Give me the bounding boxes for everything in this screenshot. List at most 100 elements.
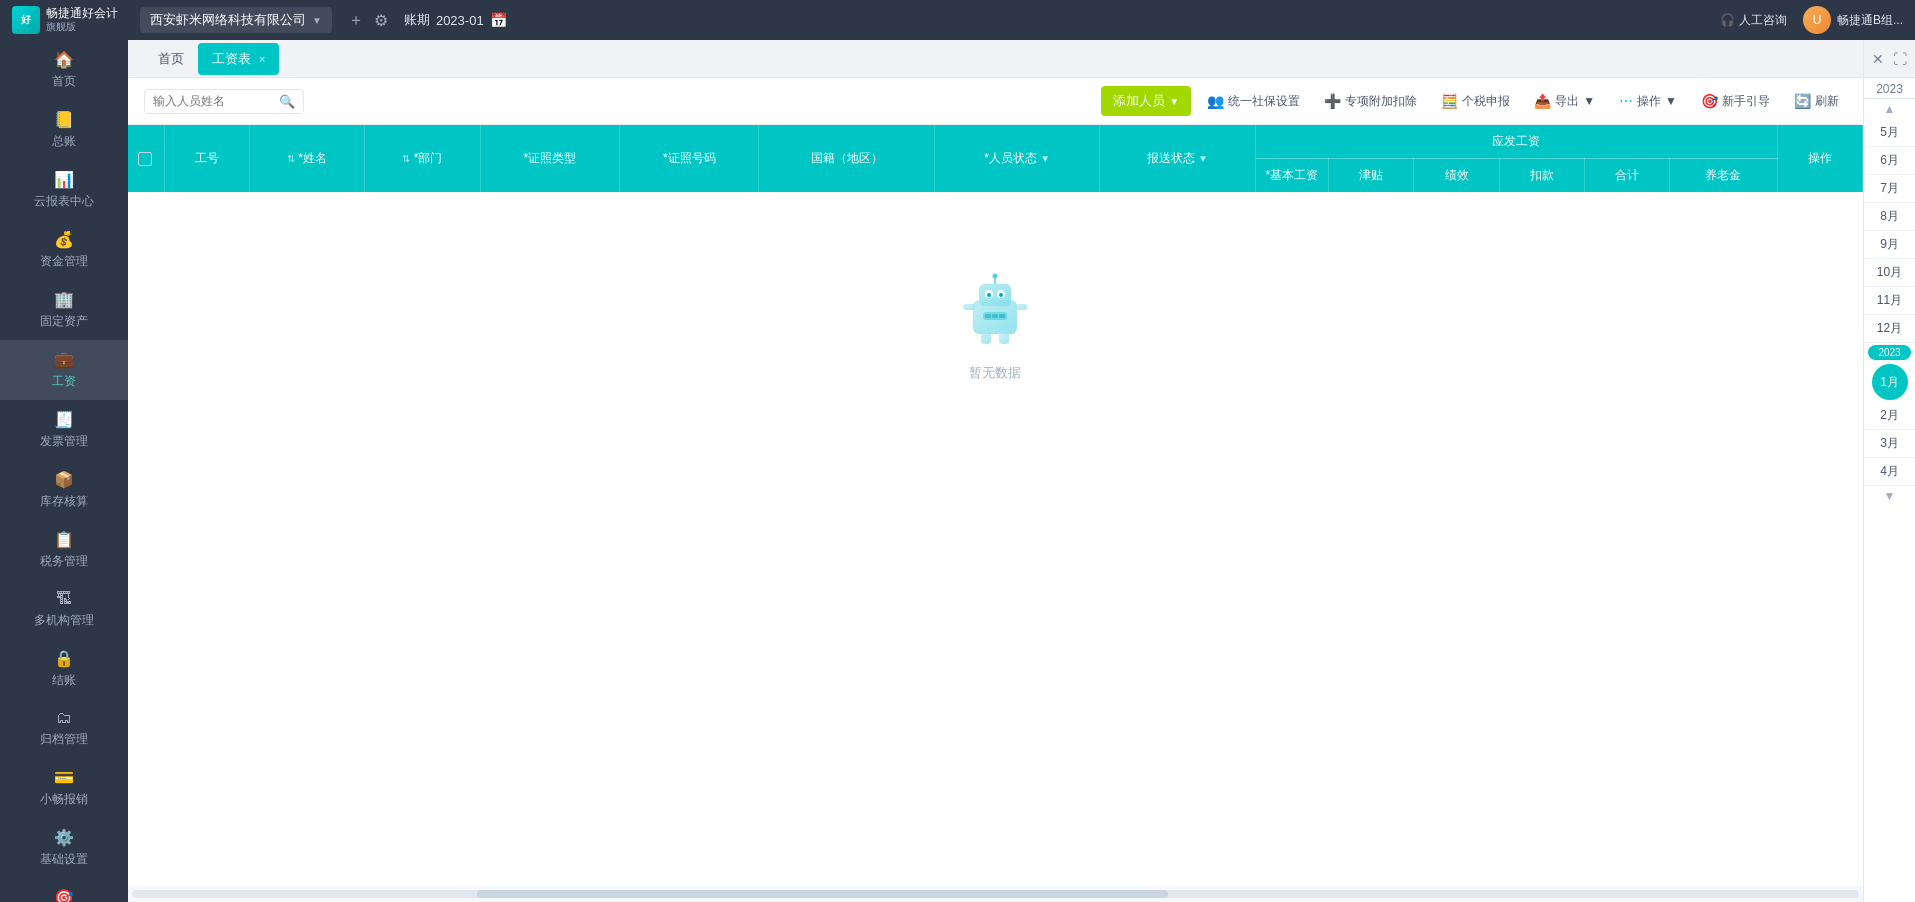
month-5[interactable]: 5月 <box>1864 119 1915 147</box>
sidebar-item-inventory[interactable]: 📦 库存核算 <box>0 460 128 520</box>
select-all-checkbox[interactable] <box>138 152 152 166</box>
sidebar-item-settings[interactable]: ⚙️ 基础设置 <box>0 818 128 878</box>
sidebar-label-funds: 资金管理 <box>40 253 88 270</box>
support-button[interactable]: 🎧 人工咨询 <box>1720 12 1787 29</box>
table-wrap: 工号 ⇅ *姓名 ⇅ *部门 *证照类型 *证照号码 国籍（地区） <box>128 125 1863 886</box>
header-right: 🎧 人工咨询 U 畅捷通B组... <box>1720 6 1903 34</box>
sidebar-item-payroll[interactable]: 💼 工资 <box>0 340 128 400</box>
sidebar: 🏠 首页 📒 总账 📊 云报表中心 💰 资金管理 🏢 固定资产 💼 工资 🧾 发… <box>0 40 128 902</box>
calendar-icon[interactable]: 📅 <box>490 12 507 28</box>
guide-button[interactable]: 🎯 新手引导 <box>1693 89 1778 114</box>
user-info[interactable]: U 畅捷通B组... <box>1803 6 1903 34</box>
panel-expand-icon[interactable]: ⛶ <box>1893 51 1907 67</box>
ledger-icon: 📒 <box>54 110 74 129</box>
filter-status-icon[interactable]: ▼ <box>1040 153 1050 164</box>
app-name: 畅捷通好会计 <box>46 6 118 20</box>
sort-dept-icon[interactable]: ⇅ <box>402 153 410 164</box>
add-icon[interactable]: ＋ <box>348 10 364 31</box>
month-2[interactable]: 2月 <box>1864 402 1915 430</box>
svg-rect-9 <box>985 314 991 318</box>
extra-deduct-button[interactable]: ➕ 专项附加扣除 <box>1316 89 1425 114</box>
social-security-button[interactable]: 👥 统一社保设置 <box>1199 89 1308 114</box>
month-6[interactable]: 6月 <box>1864 147 1915 175</box>
tab-close-icon[interactable]: × <box>259 53 265 65</box>
main-layout: 🏠 首页 📒 总账 📊 云报表中心 💰 资金管理 🏢 固定资产 💼 工资 🧾 发… <box>0 40 1915 902</box>
company-selector[interactable]: 西安虾米网络科技有限公司 ▼ <box>140 7 332 33</box>
sidebar-item-close[interactable]: 🔒 结账 <box>0 639 128 699</box>
add-person-label: 添加人员 <box>1113 92 1165 110</box>
sidebar-item-archive[interactable]: 🗂 归档管理 <box>0 699 128 758</box>
sidebar-label-assets: 固定资产 <box>40 313 88 330</box>
nav-up-arrow[interactable]: ▲ <box>1864 99 1915 119</box>
operations-icon: ⋯ <box>1619 93 1633 109</box>
add-person-button[interactable]: 添加人员 ▼ <box>1101 86 1191 116</box>
sidebar-item-funds[interactable]: 💰 资金管理 <box>0 220 128 280</box>
filter-report-icon[interactable]: ▼ <box>1198 153 1208 164</box>
month-10[interactable]: 10月 <box>1864 259 1915 287</box>
sidebar-item-ledger[interactable]: 📒 总账 <box>0 100 128 160</box>
support-label: 人工咨询 <box>1739 12 1787 29</box>
sidebar-label-home: 首页 <box>52 73 76 90</box>
invoice-icon: 🧾 <box>54 410 74 429</box>
guide-label: 新手引导 <box>1722 93 1770 110</box>
month-11[interactable]: 11月 <box>1864 287 1915 315</box>
year-display: 2023 <box>1864 78 1915 99</box>
svg-rect-15 <box>999 332 1009 344</box>
nav-down-arrow[interactable]: ▼ <box>1864 486 1915 506</box>
avatar: U <box>1803 6 1831 34</box>
scrollbar-area[interactable] <box>128 886 1863 902</box>
search-input[interactable] <box>153 94 273 108</box>
svg-rect-13 <box>1015 304 1027 310</box>
search-box[interactable]: 🔍 <box>144 89 304 114</box>
personal-tax-label: 个税申报 <box>1462 93 1510 110</box>
sidebar-item-tax[interactable]: 📋 税务管理 <box>0 520 128 580</box>
month-3[interactable]: 3月 <box>1864 430 1915 458</box>
sidebar-label-tax: 税务管理 <box>40 553 88 570</box>
sidebar-item-multi[interactable]: 🏗 多机构管理 <box>0 580 128 639</box>
export-button[interactable]: 📤 导出 ▼ <box>1526 89 1603 114</box>
panel-close-icon[interactable]: ✕ <box>1872 51 1884 67</box>
top-header: 好 畅捷通好会计 旗舰版 西安虾米网络科技有限公司 ▼ ＋ ⚙ 账期 2023-… <box>0 0 1915 40</box>
month-1-active[interactable]: 1月 <box>1872 364 1908 400</box>
app-edition: 旗舰版 <box>46 20 118 34</box>
sidebar-label-inventory: 库存核算 <box>40 493 88 510</box>
month-4[interactable]: 4月 <box>1864 458 1915 486</box>
scroll-thumb[interactable] <box>477 890 1168 898</box>
headset-icon: 🎧 <box>1720 13 1735 27</box>
th-emp-no: 工号 <box>164 125 249 192</box>
sidebar-label-expense: 小畅报销 <box>40 791 88 808</box>
sidebar-item-assets[interactable]: 🏢 固定资产 <box>0 280 128 340</box>
sidebar-label-reports: 云报表中心 <box>34 193 94 210</box>
month-9[interactable]: 9月 <box>1864 231 1915 259</box>
search-icon: 🔍 <box>279 94 295 109</box>
month-7[interactable]: 7月 <box>1864 175 1915 203</box>
export-arrow-icon: ▼ <box>1583 94 1595 108</box>
month-12[interactable]: 12月 <box>1864 315 1915 343</box>
refresh-label: 刷新 <box>1815 93 1839 110</box>
refresh-button[interactable]: 🔄 刷新 <box>1786 89 1847 114</box>
tab-home[interactable]: 首页 <box>144 43 198 75</box>
sidebar-item-invoice[interactable]: 🧾 发票管理 <box>0 400 128 460</box>
th-deduction: 扣款 <box>1499 159 1584 193</box>
th-checkbox[interactable] <box>128 125 164 192</box>
svg-rect-1 <box>979 284 1011 306</box>
sidebar-label-archive: 归档管理 <box>40 731 88 748</box>
month-8[interactable]: 8月 <box>1864 203 1915 231</box>
tab-payroll[interactable]: 工资表 × <box>198 43 279 75</box>
tab-payroll-label: 工资表 <box>212 50 251 68</box>
personal-tax-button[interactable]: 🧮 个税申报 <box>1433 89 1518 114</box>
sidebar-item-expense[interactable]: 💳 小畅报销 <box>0 758 128 818</box>
sidebar-item-home[interactable]: 🏠 首页 <box>0 40 128 100</box>
inventory-icon: 📦 <box>54 470 74 489</box>
tab-bar: 首页 工资表 × <box>128 40 1863 78</box>
year-value: 2023 <box>1876 82 1903 96</box>
scroll-track[interactable] <box>132 890 1859 898</box>
sort-name-icon[interactable]: ⇅ <box>287 153 295 164</box>
funds-icon: 💰 <box>54 230 74 249</box>
sidebar-item-reports[interactable]: 📊 云报表中心 <box>0 160 128 220</box>
settings-icon[interactable]: ⚙ <box>374 11 388 30</box>
sidebar-item-guide[interactable]: 🎯 新手引导 <box>0 878 128 902</box>
panel-header: ✕ ⛶ <box>1864 40 1915 78</box>
sidebar-label-settings: 基础设置 <box>40 851 88 868</box>
operations-button[interactable]: ⋯ 操作 ▼ <box>1611 89 1685 114</box>
